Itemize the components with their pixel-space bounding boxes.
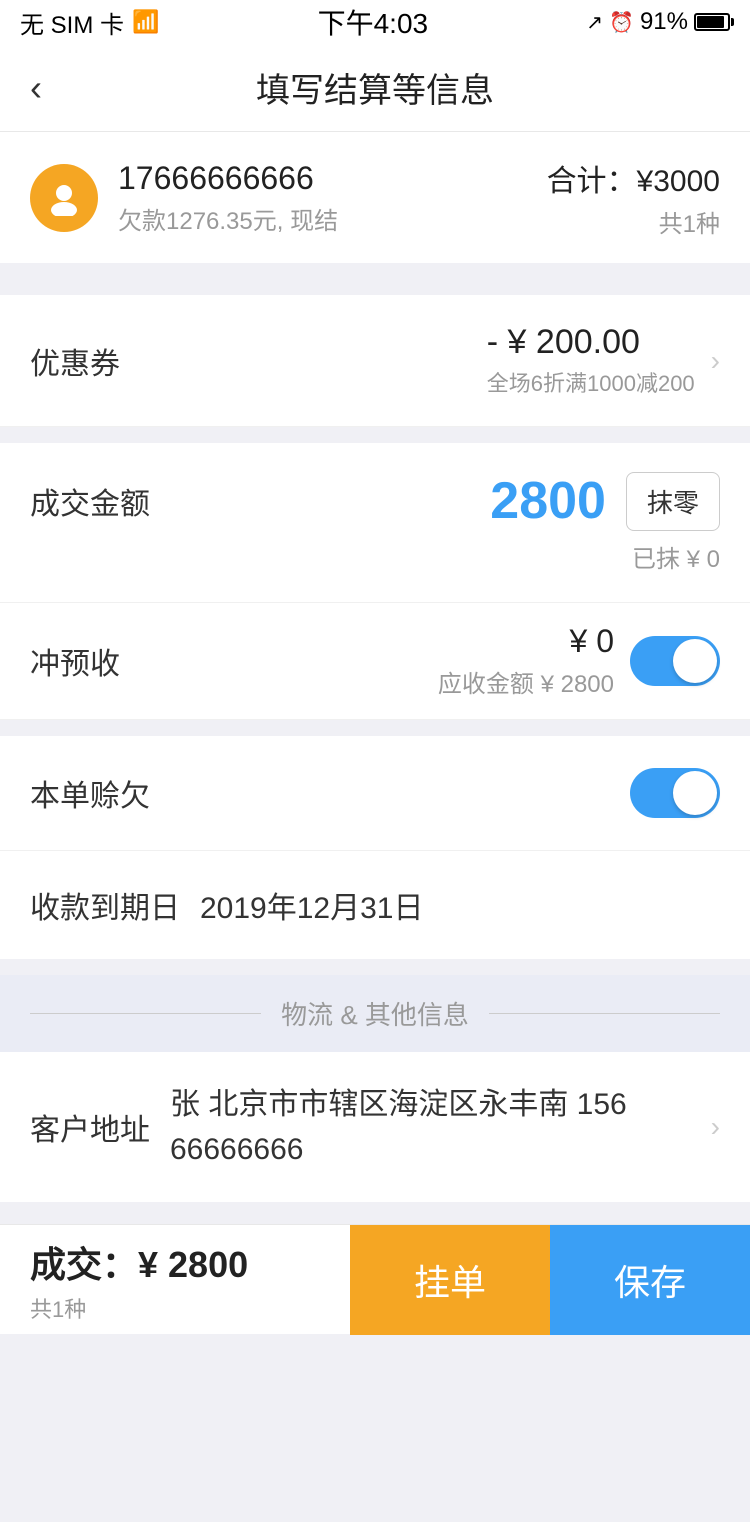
- avatar: [30, 164, 98, 232]
- deal-row: 成交金额 2800 抹零: [30, 471, 720, 531]
- coupon-amount: - ¥ 200.00: [487, 323, 695, 362]
- status-bar: 无 SIM 卡 📶 下午4:03 ↗ ⏰ 91%: [0, 0, 750, 44]
- nav-bar: ‹ 填写结算等信息: [0, 44, 750, 132]
- battery-percent: 91%: [640, 8, 688, 36]
- coupon-label: 优惠券: [30, 339, 120, 383]
- back-button[interactable]: ‹: [30, 57, 52, 119]
- address-label: 客户地址: [30, 1105, 150, 1149]
- status-carrier: 无 SIM 卡 📶: [20, 5, 159, 40]
- prepay-label: 冲预收: [30, 639, 120, 683]
- coupon-row[interactable]: 优惠券 - ¥ 200.00 全场6折满1000减200 ›: [0, 295, 750, 427]
- customer-left: 17666666666 欠款1276.35元, 现结: [30, 160, 338, 236]
- divider-2: [0, 427, 750, 443]
- prepay-row: 冲预收 ¥ 0 应收金额 ¥ 2800: [30, 623, 720, 699]
- status-time: 下午4:03: [318, 2, 429, 42]
- divider-3: [0, 720, 750, 736]
- carrier-text: 无 SIM 卡: [20, 5, 124, 40]
- wifi-icon: 📶: [132, 9, 159, 35]
- deal-amount-value: 2800: [490, 471, 606, 531]
- section-header-text: 物流 & 其他信息: [281, 995, 469, 1032]
- bottom-summary: 成交：¥ 2800 共1种: [0, 1236, 350, 1324]
- location-icon: ↗: [586, 10, 603, 35]
- bottom-count: 共1种: [30, 1292, 320, 1324]
- coupon-chevron-icon: ›: [711, 345, 720, 377]
- address-chevron-icon: ›: [711, 1111, 720, 1143]
- address-row[interactable]: 客户地址 张 北京市市辖区海淀区永丰南 156 66666666 ›: [0, 1052, 750, 1202]
- customer-right: 合计：¥3000 共1种: [547, 156, 720, 239]
- save-button[interactable]: 保存: [550, 1225, 750, 1335]
- header-line-left: [30, 1013, 261, 1014]
- divider-4: [0, 959, 750, 975]
- prepay-amount: ¥ 0: [438, 623, 614, 660]
- bottom-bar: 成交：¥ 2800 共1种 挂单 保存: [0, 1224, 750, 1334]
- prepay-info: ¥ 0 应收金额 ¥ 2800: [438, 623, 614, 699]
- bottom-deal-label: 成交：: [30, 1244, 138, 1285]
- credit-label: 本单赊欠: [30, 771, 150, 815]
- alarm-icon: ⏰: [609, 10, 634, 35]
- prepay-toggle[interactable]: [630, 636, 720, 686]
- round-button[interactable]: 抹零: [626, 472, 720, 531]
- divider-1: [0, 279, 750, 295]
- section-header-logistics: 物流 & 其他信息: [0, 975, 750, 1052]
- coupon-right: - ¥ 200.00 全场6折满1000减200 ›: [487, 323, 720, 398]
- coupon-desc: 全场6折满1000减200: [487, 366, 695, 398]
- deal-label: 成交金额: [30, 479, 150, 523]
- customer-info: 17666666666 欠款1276.35元, 现结: [118, 160, 338, 236]
- customer-debt: 欠款1276.35元, 现结: [118, 201, 338, 236]
- deal-sub: 已抹 ¥ 0: [30, 539, 720, 574]
- deal-right: 2800 抹零: [490, 471, 720, 531]
- total-count: 共1种: [547, 204, 720, 239]
- credit-toggle[interactable]: [630, 768, 720, 818]
- duedate-row: 收款到期日 2019年12月31日: [0, 851, 750, 959]
- customer-card: 17666666666 欠款1276.35元, 现结 合计：¥3000 共1种: [0, 132, 750, 263]
- toggle-knob: [673, 639, 717, 683]
- header-line-right: [489, 1013, 720, 1014]
- prepay-sub: 应收金额 ¥ 2800: [438, 664, 614, 699]
- prepay-section: 冲预收 ¥ 0 应收金额 ¥ 2800: [0, 603, 750, 720]
- deal-section: 成交金额 2800 抹零 已抹 ¥ 0: [0, 443, 750, 603]
- coupon-info: - ¥ 200.00 全场6折满1000减200: [487, 323, 695, 398]
- total-amount: 合计：¥3000: [547, 156, 720, 200]
- duedate-value: 2019年12月31日: [200, 883, 423, 927]
- bottom-deal-line: 成交：¥ 2800: [30, 1236, 320, 1288]
- page-title: 填写结算等信息: [256, 63, 494, 112]
- credit-row: 本单赊欠: [0, 736, 750, 850]
- duedate-label: 收款到期日: [30, 883, 180, 927]
- prepay-right: ¥ 0 应收金额 ¥ 2800: [438, 623, 720, 699]
- bottom-deal-amount: ¥ 2800: [138, 1244, 248, 1285]
- address-value: 张 北京市市辖区海淀区永丰南 156 66666666: [170, 1082, 691, 1172]
- status-right: ↗ ⏰ 91%: [586, 8, 730, 36]
- customer-phone: 17666666666: [118, 160, 338, 197]
- credit-toggle-knob: [673, 771, 717, 815]
- pending-button[interactable]: 挂单: [350, 1225, 550, 1335]
- battery-icon: [694, 13, 730, 31]
